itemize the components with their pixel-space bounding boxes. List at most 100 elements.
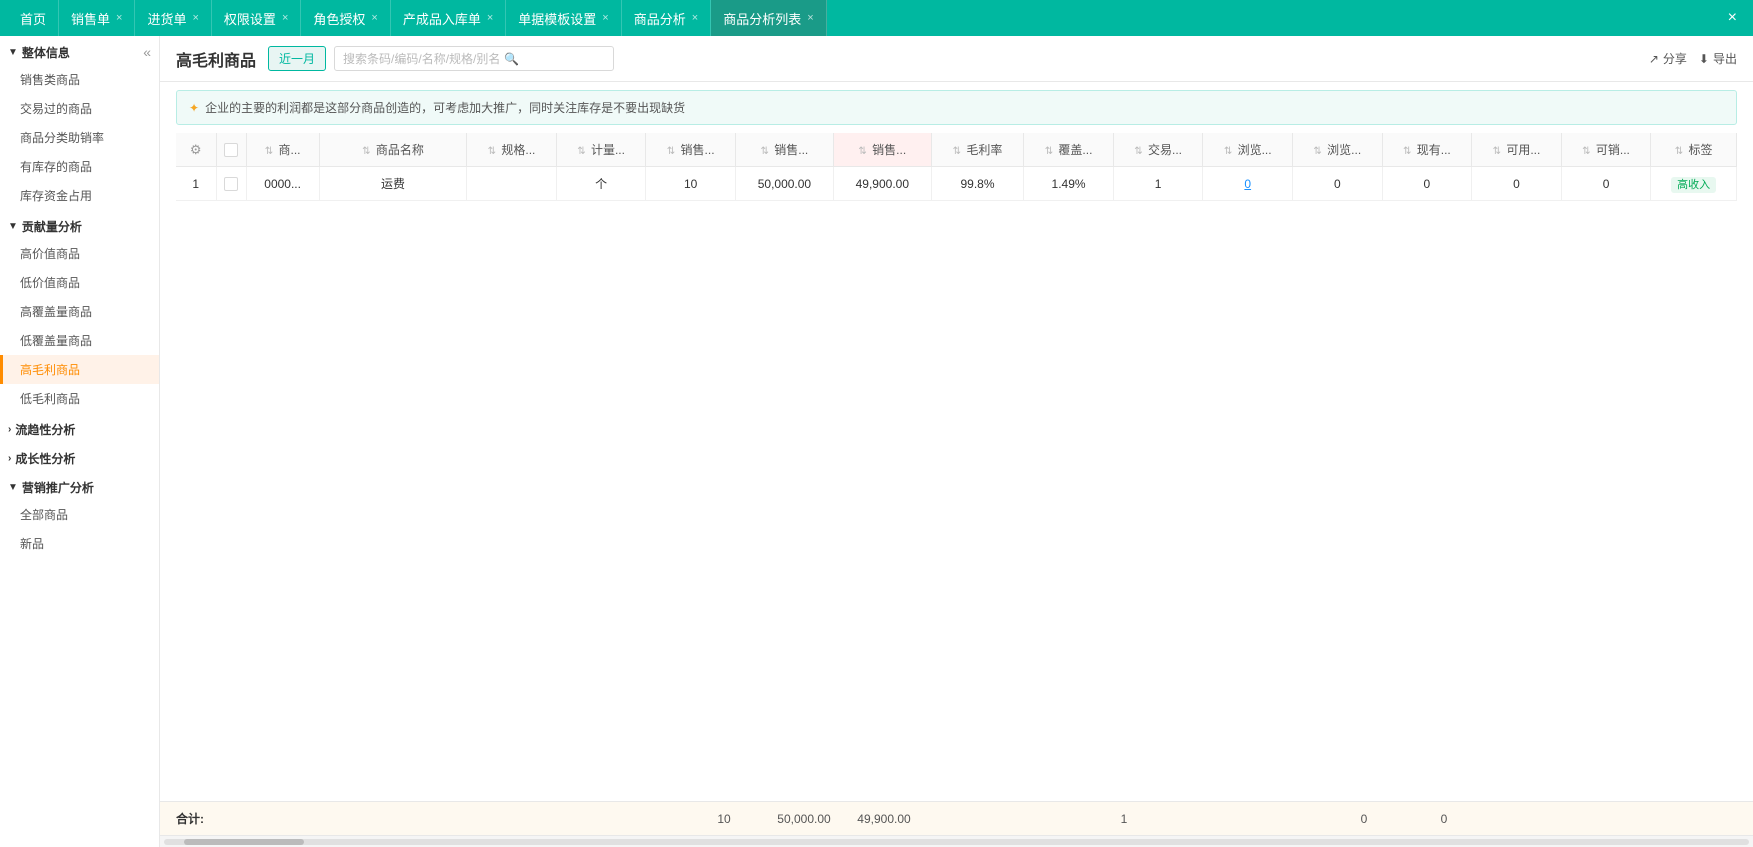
col-name[interactable]: ⇅ 商品名称 (319, 133, 466, 167)
sidebar-item-high-coverage[interactable]: 高覆盖量商品 (0, 297, 159, 326)
nav-close-template[interactable]: × (602, 12, 608, 24)
gear-icon[interactable]: ⚙ (190, 142, 202, 157)
sidebar-item-all-goods[interactable]: 全部商品 (0, 500, 159, 529)
sidebar-item-high-margin[interactable]: 高毛利商品 (0, 355, 159, 384)
nav-role[interactable]: 角色授权 × (301, 0, 390, 36)
cell-spec (467, 167, 557, 201)
sidebar-section-trend[interactable]: › 流趋性分析 (0, 413, 159, 442)
col-margin[interactable]: ⇅ 毛利率 (931, 133, 1024, 167)
col-browse1[interactable]: ⇅ 浏览... (1203, 133, 1293, 167)
col-checkbox[interactable] (216, 133, 246, 167)
sidebar-section-overall[interactable]: ▼ 整体信息 (0, 36, 159, 65)
search-icon[interactable]: 🔍 (504, 52, 519, 66)
main-layout: « ▼ 整体信息 销售类商品 交易过的商品 商品分类助销率 有库存的商品 库存资… (0, 36, 1753, 847)
filter-recent-month-button[interactable]: 近一月 (268, 46, 326, 71)
nav-close-role[interactable]: × (371, 12, 377, 24)
cell-sales2: 50,000.00 (735, 167, 833, 201)
col-gear[interactable]: ⚙ (176, 133, 216, 167)
scrollbar-track (164, 839, 1749, 845)
horizontal-scrollbar[interactable] (160, 835, 1753, 847)
sidebar-item-high-value[interactable]: 高价值商品 (0, 239, 159, 268)
section-arrow-overall: ▼ (8, 47, 18, 58)
nav-home[interactable]: 首页 (8, 0, 59, 36)
cell-sales1: 10 (646, 167, 736, 201)
nav-close-product-in[interactable]: × (487, 12, 493, 24)
table-row: 1 0000... 运费 个 10 50,000.00 49,900.00 99… (176, 167, 1737, 201)
sidebar-item-low-margin[interactable]: 低毛利商品 (0, 384, 159, 413)
sidebar-item-low-coverage[interactable]: 低覆盖量商品 (0, 326, 159, 355)
search-placeholder-text: 搜索条码/编码/名称/规格/别名 (343, 50, 500, 67)
col-code[interactable]: ⇅ 商... (246, 133, 319, 167)
col-sellable[interactable]: ⇅ 可销... (1561, 133, 1651, 167)
select-all-checkbox[interactable] (224, 143, 238, 157)
sidebar-item-stock-goods[interactable]: 有库存的商品 (0, 152, 159, 181)
sidebar-section-marketing[interactable]: ▼ 营销推广分析 (0, 471, 159, 500)
sidebar-item-category-rate[interactable]: 商品分类助销率 (0, 123, 159, 152)
sidebar: « ▼ 整体信息 销售类商品 交易过的商品 商品分类助销率 有库存的商品 库存资… (0, 36, 160, 847)
row-checkbox[interactable] (224, 177, 238, 191)
share-button[interactable]: ↗ 分享 (1649, 50, 1687, 67)
nav-close-all-button[interactable]: × (1720, 9, 1745, 27)
col-tag[interactable]: ⇅ 标签 (1651, 133, 1737, 167)
col-sales3[interactable]: ⇅ 销售... (833, 133, 931, 167)
export-icon: ⬇ (1699, 52, 1709, 66)
col-spec[interactable]: ⇅ 规格... (467, 133, 557, 167)
nav-purchase[interactable]: 进货单 × (135, 0, 211, 36)
export-button[interactable]: ⬇ 导出 (1699, 50, 1737, 67)
nav-product-in[interactable]: 产成品入库单 × (391, 0, 506, 36)
col-browse2[interactable]: ⇅ 浏览... (1293, 133, 1383, 167)
sidebar-item-stock-capital[interactable]: 库存资金占用 (0, 181, 159, 210)
col-coverage[interactable]: ⇅ 覆盖... (1024, 133, 1114, 167)
header-actions: ↗ 分享 ⬇ 导出 (1649, 50, 1737, 67)
content-header: 高毛利商品 近一月 搜索条码/编码/名称/规格/别名 🔍 ↗ 分享 ⬇ 导出 (160, 36, 1753, 82)
sort-icon-sales3: ⇅ (858, 146, 866, 157)
content-area: 高毛利商品 近一月 搜索条码/编码/名称/规格/别名 🔍 ↗ 分享 ⬇ 导出 ✦… (160, 36, 1753, 847)
nav-sales[interactable]: 销售单 × (59, 0, 135, 36)
sidebar-section-contribution[interactable]: ▼ 贡献量分析 (0, 210, 159, 239)
footer-sales2: 50,000.00 (764, 812, 844, 826)
col-sales1[interactable]: ⇅ 销售... (646, 133, 736, 167)
table-container: ⚙ ⇅ 商... ⇅ 商品名称 (160, 133, 1753, 801)
cell-index: 1 (176, 167, 216, 201)
sort-icon-transaction: ⇅ (1134, 146, 1142, 157)
nav-close-analysis-list[interactable]: × (807, 12, 813, 24)
sidebar-section-growth[interactable]: › 成长性分析 (0, 442, 159, 471)
col-available[interactable]: ⇅ 可用... (1472, 133, 1562, 167)
cell-code: 0000... (246, 167, 319, 201)
col-unit[interactable]: ⇅ 计量... (556, 133, 646, 167)
footer-transaction: 1 (1084, 812, 1164, 826)
sort-icon-available: ⇅ (1493, 146, 1501, 157)
nav-template[interactable]: 单据模板设置 × (506, 0, 621, 36)
cell-browse1[interactable]: 0 (1203, 167, 1293, 201)
sort-icon-browse1: ⇅ (1224, 146, 1232, 157)
sidebar-item-traded-goods[interactable]: 交易过的商品 (0, 94, 159, 123)
col-stock[interactable]: ⇅ 现有... (1382, 133, 1472, 167)
cell-margin: 99.8% (931, 167, 1024, 201)
search-box: 搜索条码/编码/名称/规格/别名 🔍 (334, 46, 614, 71)
section-arrow-marketing: ▼ (8, 482, 18, 493)
nav-close-sales[interactable]: × (116, 12, 122, 24)
cell-checkbox[interactable] (216, 167, 246, 201)
sidebar-item-new-goods[interactable]: 新品 (0, 529, 159, 558)
nav-close-analysis[interactable]: × (692, 12, 698, 24)
nav-close-permission[interactable]: × (282, 12, 288, 24)
sort-icon-sales1: ⇅ (667, 146, 675, 157)
sort-icon-stock: ⇅ (1403, 146, 1411, 157)
col-transaction[interactable]: ⇅ 交易... (1113, 133, 1203, 167)
nav-permission[interactable]: 权限设置 × (212, 0, 301, 36)
sidebar-item-low-value[interactable]: 低价值商品 (0, 268, 159, 297)
section-arrow-growth: › (8, 453, 11, 464)
nav-analysis-list[interactable]: 商品分析列表 × (711, 0, 826, 36)
table-header-row: ⚙ ⇅ 商... ⇅ 商品名称 (176, 133, 1737, 167)
nav-analysis[interactable]: 商品分析 × (622, 0, 711, 36)
col-sales2[interactable]: ⇅ 销售... (735, 133, 833, 167)
sidebar-collapse-button[interactable]: « (143, 44, 151, 60)
sort-icon-tag: ⇅ (1675, 146, 1683, 157)
sidebar-item-sales-goods[interactable]: 销售类商品 (0, 65, 159, 94)
scrollbar-thumb[interactable] (184, 839, 304, 845)
footer-values: 10 50,000.00 49,900.00 1 0 0 (224, 812, 1737, 826)
nav-close-purchase[interactable]: × (192, 12, 198, 24)
cell-coverage: 1.49% (1024, 167, 1114, 201)
cell-unit: 个 (556, 167, 646, 201)
sort-icon-spec: ⇅ (488, 146, 496, 157)
